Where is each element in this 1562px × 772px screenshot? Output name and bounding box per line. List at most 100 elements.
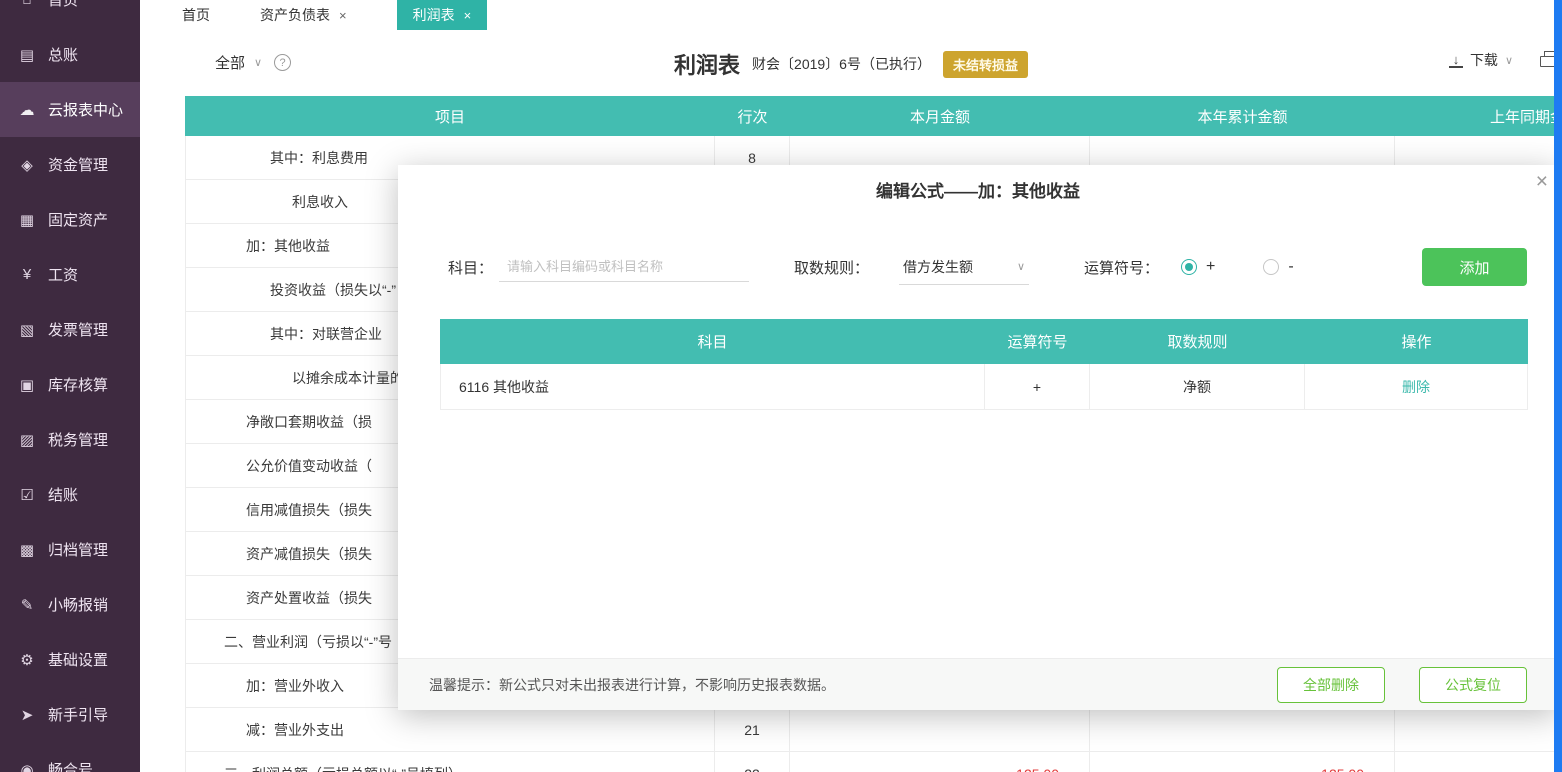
formula-row: 6116 其他收益 + 净额 删除 (440, 364, 1528, 410)
close-icon[interactable]: × (1536, 171, 1548, 192)
rule-label: 取数规则： (794, 259, 870, 277)
tab-home[interactable]: 首页 (182, 0, 210, 30)
row-prior-amount (1395, 752, 1562, 772)
row-line-no: 21 (715, 708, 790, 751)
sidebar-item-label: 资金管理 (48, 157, 109, 174)
dialog-title: 编辑公式——加：其他收益 (876, 182, 1080, 201)
sidebar-item-label: 税务管理 (48, 432, 109, 449)
subject-label: 科目： (448, 259, 494, 277)
fixed-assets-icon: ▦ (19, 211, 35, 229)
rule-select-value: 借方发生额 (903, 258, 974, 275)
operator-plus-radio[interactable]: + (1181, 258, 1215, 276)
sidebar-item-beginner-guide[interactable]: ➤ 新手引导 (0, 687, 140, 742)
funds-icon: ◈ (21, 156, 33, 174)
vertical-scrollbar[interactable] (1554, 0, 1562, 772)
subject-input[interactable] (499, 252, 750, 282)
column-header-line-no: 行次 (737, 108, 768, 126)
sidebar-item-label: 新手引导 (48, 707, 109, 724)
table-header-row: 项目 行次 本月金额 本年累计金额 上年同期金额 (185, 96, 1562, 136)
column-header-ytd-amount: 本年累计金额 (1197, 108, 1288, 126)
cloud-report-icon: ☁ (19, 101, 35, 119)
sidebar-item-archive[interactable]: ▩ 归档管理 (0, 522, 140, 577)
row-prior-amount (1395, 708, 1562, 751)
general-ledger-icon: ▤ (19, 46, 35, 64)
sidebar: ⌂ 首页 ▤ 总账 ☁ 云报表中心 ◈ 资金管理 ▦ 固定资产 ¥ 工资 (0, 0, 140, 772)
sidebar-item-changhehao[interactable]: ◉ 畅合号 (0, 742, 140, 772)
formula-reset-button[interactable]: 公式复位 (1419, 666, 1527, 703)
sidebar-item-funds[interactable]: ◈ 资金管理 (0, 137, 140, 192)
scope-select[interactable]: 全部 ∨ ? (215, 52, 292, 73)
operator-label: 运算符号： (1084, 259, 1160, 277)
close-icon[interactable]: × (339, 8, 347, 23)
invoice-icon: ▧ (19, 321, 35, 339)
formula-table-header: 科目 运算符号 取数规则 操作 (440, 319, 1528, 364)
row-month-amount (790, 708, 1090, 751)
row-ytd-amount (1090, 708, 1395, 751)
delete-link[interactable]: 删除 (1402, 377, 1430, 397)
sidebar-item-closing[interactable]: ☑ 结账 (0, 467, 140, 522)
chevron-down-icon: ∨ (1016, 261, 1026, 273)
sidebar-item-label: 小畅报销 (48, 597, 109, 614)
radio-icon (1263, 259, 1280, 275)
tab-balance-sheet[interactable]: 资产负债表 × (260, 0, 347, 30)
download-button[interactable]: 下载 (1470, 50, 1498, 70)
add-button[interactable]: 添加 (1422, 248, 1527, 286)
formula-rule: 净额 (1090, 364, 1305, 409)
status-badge: 未结转损益 (942, 50, 1028, 78)
edit-formula-dialog: 编辑公式——加：其他收益 × 科目： 取数规则： 借方发生额 ∨ 运算符号： +… (398, 165, 1558, 710)
table-row: 三、利润总额（亏损总额以“-”号填列） 22 125.00 125.00 (185, 752, 1562, 772)
sidebar-item-general-ledger[interactable]: ▤ 总账 (0, 27, 140, 82)
help-icon[interactable]: ? (274, 54, 292, 71)
row-item-name: 三、利润总额（亏损总额以“-”号填列） (185, 752, 715, 772)
sidebar-item-label: 总账 (48, 47, 79, 64)
column-header-rule: 取数规则 (1167, 334, 1228, 351)
sidebar-item-reimburse[interactable]: ✎ 小畅报销 (0, 577, 140, 632)
toolbar-right-tools: ↓ 下载 ∨ (1448, 50, 1562, 70)
minus-sign: - (1288, 258, 1294, 275)
sidebar-item-label: 畅合号 (48, 762, 94, 772)
reimburse-icon: ✎ (20, 596, 34, 614)
sidebar-item-fixed-assets[interactable]: ▦ 固定资产 (0, 192, 140, 247)
report-title-group: 利润表 财会〔2019〕6号（已执行） 未结转损益 (140, 48, 1562, 80)
sidebar-menu: ⌂ 首页 ▤ 总账 ☁ 云报表中心 ◈ 资金管理 ▦ 固定资产 ¥ 工资 (0, 0, 140, 772)
sidebar-item-inventory[interactable]: ▣ 库存核算 (0, 357, 140, 412)
row-month-amount: 125.00 (790, 752, 1090, 772)
sidebar-item-invoice[interactable]: ▧ 发票管理 (0, 302, 140, 357)
home-icon: ⌂ (18, 0, 36, 8)
tab-income-statement[interactable]: 利润表 × (396, 0, 488, 30)
operator-minus-radio[interactable]: - (1263, 258, 1294, 276)
row-ytd-amount: 125.00 (1090, 752, 1395, 772)
sidebar-item-label: 固定资产 (48, 212, 109, 229)
sidebar-item-label: 结账 (48, 487, 79, 504)
sidebar-item-label: 工资 (48, 267, 79, 284)
changhehao-icon: ◉ (20, 761, 34, 772)
rule-select[interactable]: 借方发生额 ∨ (899, 250, 1030, 285)
chevron-down-icon: ∨ (1504, 54, 1513, 67)
formula-form-row: 科目： 取数规则： 借方发生额 ∨ 运算符号： + - 添加 (448, 248, 1527, 286)
column-header-operator: 运算符号 (1007, 334, 1068, 351)
row-item-name: 减：营业外支出 (185, 708, 715, 751)
app-window: ⌂ 首页 ▤ 总账 ☁ 云报表中心 ◈ 资金管理 ▦ 固定资产 ¥ 工资 (0, 0, 1562, 772)
dialog-footer: 温馨提示：新公式只对未出报表进行计算，不影响历史报表数据。 全部删除 公式复位 (398, 658, 1558, 710)
report-standard-note: 财会〔2019〕6号（已执行） (752, 56, 931, 72)
tab-label: 资产负债表 (260, 7, 330, 23)
delete-all-button[interactable]: 全部删除 (1277, 666, 1385, 703)
sidebar-item-payroll[interactable]: ¥ 工资 (0, 247, 140, 302)
column-header-item: 项目 (434, 108, 465, 126)
sidebar-item-label: 云报表中心 (48, 102, 124, 119)
inventory-icon: ▣ (19, 376, 35, 394)
tab-label: 首页 (182, 7, 210, 23)
close-icon[interactable]: × (464, 8, 472, 23)
radio-icon (1181, 259, 1198, 275)
scope-select-value: 全部 (215, 55, 246, 72)
plus-sign: + (1206, 258, 1216, 275)
download-icon: ↓ (1448, 53, 1463, 68)
tab-label: 利润表 (412, 7, 455, 23)
tax-icon: ▨ (19, 431, 35, 449)
sidebar-item-tax[interactable]: ▨ 税务管理 (0, 412, 140, 467)
dialog-tip-text: 温馨提示：新公式只对未出报表进行计算，不影响历史报表数据。 (429, 676, 835, 693)
column-header-prior-period: 上年同期金额 (1489, 108, 1562, 126)
sidebar-item-cloud-report-center[interactable]: ☁ 云报表中心 (0, 82, 140, 137)
sidebar-item-home[interactable]: ⌂ 首页 (0, 0, 140, 27)
sidebar-item-basic-settings[interactable]: ⚙ 基础设置 (0, 632, 140, 687)
